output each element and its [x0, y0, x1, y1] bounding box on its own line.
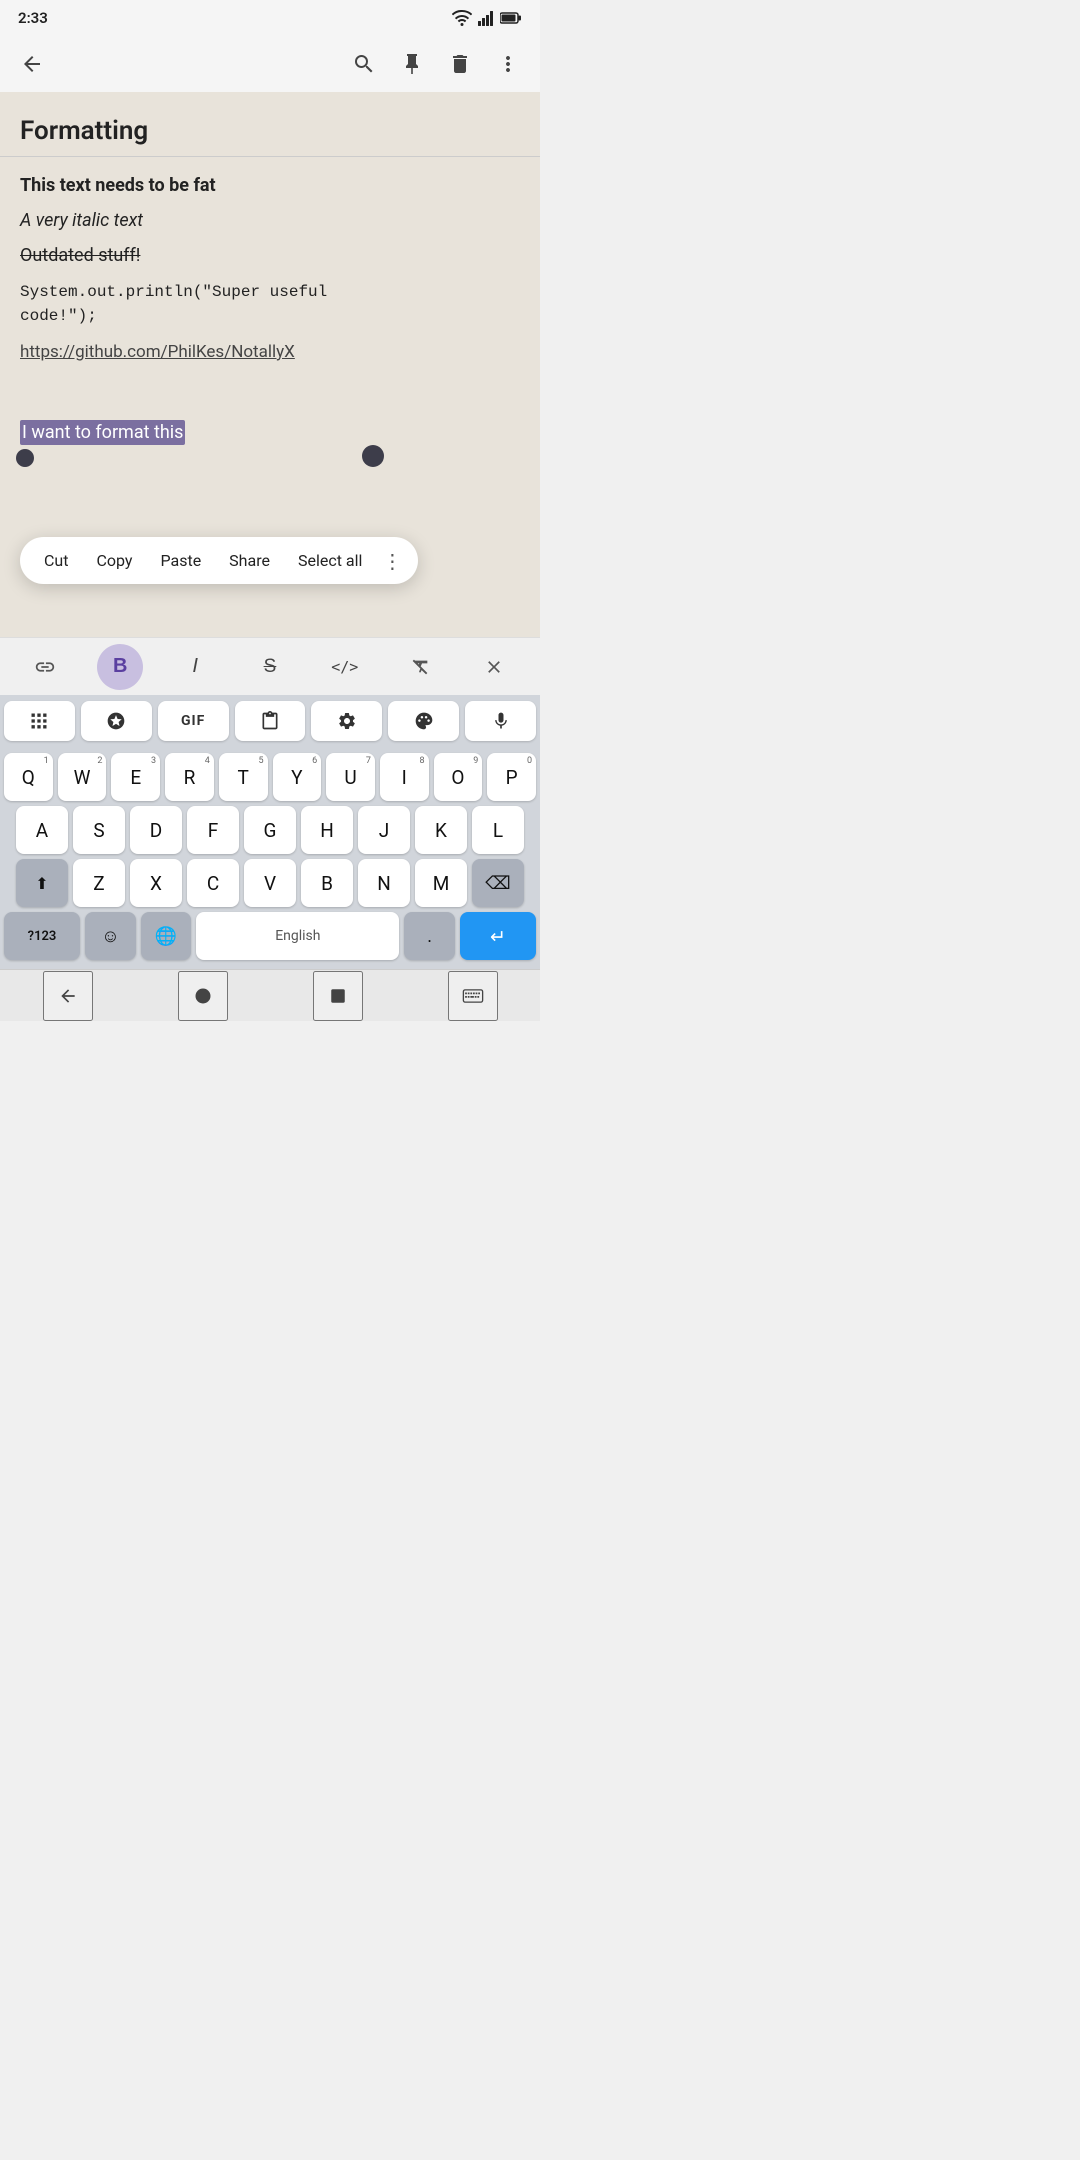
kb-grid-button[interactable]	[4, 701, 75, 741]
key-h[interactable]: H	[301, 806, 353, 854]
copy-button[interactable]: Copy	[82, 543, 146, 578]
note-strikethrough-text: Outdated stuff!	[20, 245, 520, 266]
key-emoji[interactable]: ☺	[85, 912, 136, 960]
key-i[interactable]: I8	[380, 753, 429, 801]
status-icons	[452, 10, 522, 26]
link-format-button[interactable]	[22, 644, 68, 690]
kb-settings-button[interactable]	[311, 701, 382, 741]
key-num-sym[interactable]: ?123	[4, 912, 80, 960]
selection-handle-right[interactable]	[362, 445, 384, 467]
keyboard-toolbar: GIF	[0, 695, 540, 747]
more-button[interactable]	[486, 42, 530, 86]
format-toolbar: B I S </>	[0, 637, 540, 695]
kb-sticker-button[interactable]	[81, 701, 152, 741]
nav-keyboard-button[interactable]	[448, 971, 498, 1021]
keyboard-row-2: A S D F G H J K L	[4, 806, 536, 854]
key-b[interactable]: B	[301, 859, 353, 907]
select-all-button[interactable]: Select all	[284, 543, 376, 578]
key-j[interactable]: J	[358, 806, 410, 854]
note-bold-text: This text needs to be fat	[20, 175, 520, 196]
bold-format-button[interactable]: B	[97, 644, 143, 690]
key-space[interactable]: English	[196, 912, 399, 960]
cut-button[interactable]: Cut	[30, 543, 82, 578]
nav-home-button[interactable]	[178, 971, 228, 1021]
kb-voice-button[interactable]	[465, 701, 536, 741]
keyboard-row-bottom: ?123 ☺ 🌐 English . ↵	[4, 912, 536, 960]
keyboard-row-1: Q1 W2 E3 R4 T5 Y6 U7 I8 O9 P0	[4, 753, 536, 801]
key-d[interactable]: D	[130, 806, 182, 854]
key-globe[interactable]: 🌐	[141, 912, 192, 960]
key-y[interactable]: Y6	[273, 753, 322, 801]
key-dot[interactable]: .	[404, 912, 455, 960]
back-button[interactable]	[10, 42, 54, 86]
signal-icon	[478, 10, 494, 26]
note-code-text: System.out.println("Super useful code!")…	[20, 280, 520, 328]
note-title-area: Formatting	[0, 92, 540, 157]
status-bar: 2:33	[0, 0, 540, 36]
paste-button[interactable]: Paste	[146, 543, 215, 578]
close-format-button[interactable]	[471, 644, 517, 690]
delete-button[interactable]	[438, 42, 482, 86]
strikethrough-format-button[interactable]: S	[247, 644, 293, 690]
key-s[interactable]: S	[73, 806, 125, 854]
key-u[interactable]: U7	[326, 753, 375, 801]
key-o[interactable]: O9	[434, 753, 483, 801]
keyboard: Q1 W2 E3 R4 T5 Y6 U7 I8 O9 P0 A S D F G …	[0, 747, 540, 969]
note-link-text[interactable]: https://github.com/PhilKes/NotallyX	[20, 342, 520, 362]
selected-text-wrapper: I want to format this	[20, 422, 520, 443]
kb-clipboard-button[interactable]	[235, 701, 306, 741]
context-menu-more-button[interactable]: ⋮	[376, 545, 408, 577]
key-n[interactable]: N	[358, 859, 410, 907]
context-menu: Cut Copy Paste Share Select all ⋮	[20, 537, 418, 584]
top-toolbar	[0, 36, 540, 92]
nav-recents-button[interactable]	[313, 971, 363, 1021]
italic-format-button[interactable]: I	[172, 644, 218, 690]
code-format-button[interactable]: </>	[322, 644, 368, 690]
keyboard-row-3: ⬆ Z X C V B N M ⌫	[4, 859, 536, 907]
selection-handle-left[interactable]	[16, 449, 34, 467]
pin-button[interactable]	[390, 42, 434, 86]
nav-back-button[interactable]	[43, 971, 93, 1021]
selected-text: I want to format this	[20, 420, 185, 445]
key-shift[interactable]: ⬆	[16, 859, 68, 907]
status-time: 2:33	[18, 9, 48, 27]
key-x[interactable]: X	[130, 859, 182, 907]
key-t[interactable]: T5	[219, 753, 268, 801]
key-c[interactable]: C	[187, 859, 239, 907]
key-w[interactable]: W2	[58, 753, 107, 801]
key-v[interactable]: V	[244, 859, 296, 907]
wifi-icon	[452, 10, 472, 26]
key-f[interactable]: F	[187, 806, 239, 854]
search-button[interactable]	[342, 42, 386, 86]
key-m[interactable]: M	[415, 859, 467, 907]
key-l[interactable]: L	[472, 806, 524, 854]
note-content[interactable]: This text needs to be fat A very italic …	[0, 157, 540, 637]
key-enter[interactable]: ↵	[460, 912, 536, 960]
key-q[interactable]: Q1	[4, 753, 53, 801]
key-k[interactable]: K	[415, 806, 467, 854]
clear-format-button[interactable]	[397, 644, 443, 690]
kb-gif-button[interactable]: GIF	[158, 701, 229, 741]
key-r[interactable]: R4	[165, 753, 214, 801]
key-backspace[interactable]: ⌫	[472, 859, 524, 907]
key-e[interactable]: E3	[111, 753, 160, 801]
kb-theme-button[interactable]	[388, 701, 459, 741]
battery-icon	[500, 12, 522, 24]
key-a[interactable]: A	[16, 806, 68, 854]
note-title[interactable]: Formatting	[20, 116, 520, 146]
key-p[interactable]: P0	[487, 753, 536, 801]
note-italic-text: A very italic text	[20, 210, 520, 231]
key-z[interactable]: Z	[73, 859, 125, 907]
key-g[interactable]: G	[244, 806, 296, 854]
nav-bar	[0, 969, 540, 1021]
share-button[interactable]: Share	[215, 543, 284, 578]
